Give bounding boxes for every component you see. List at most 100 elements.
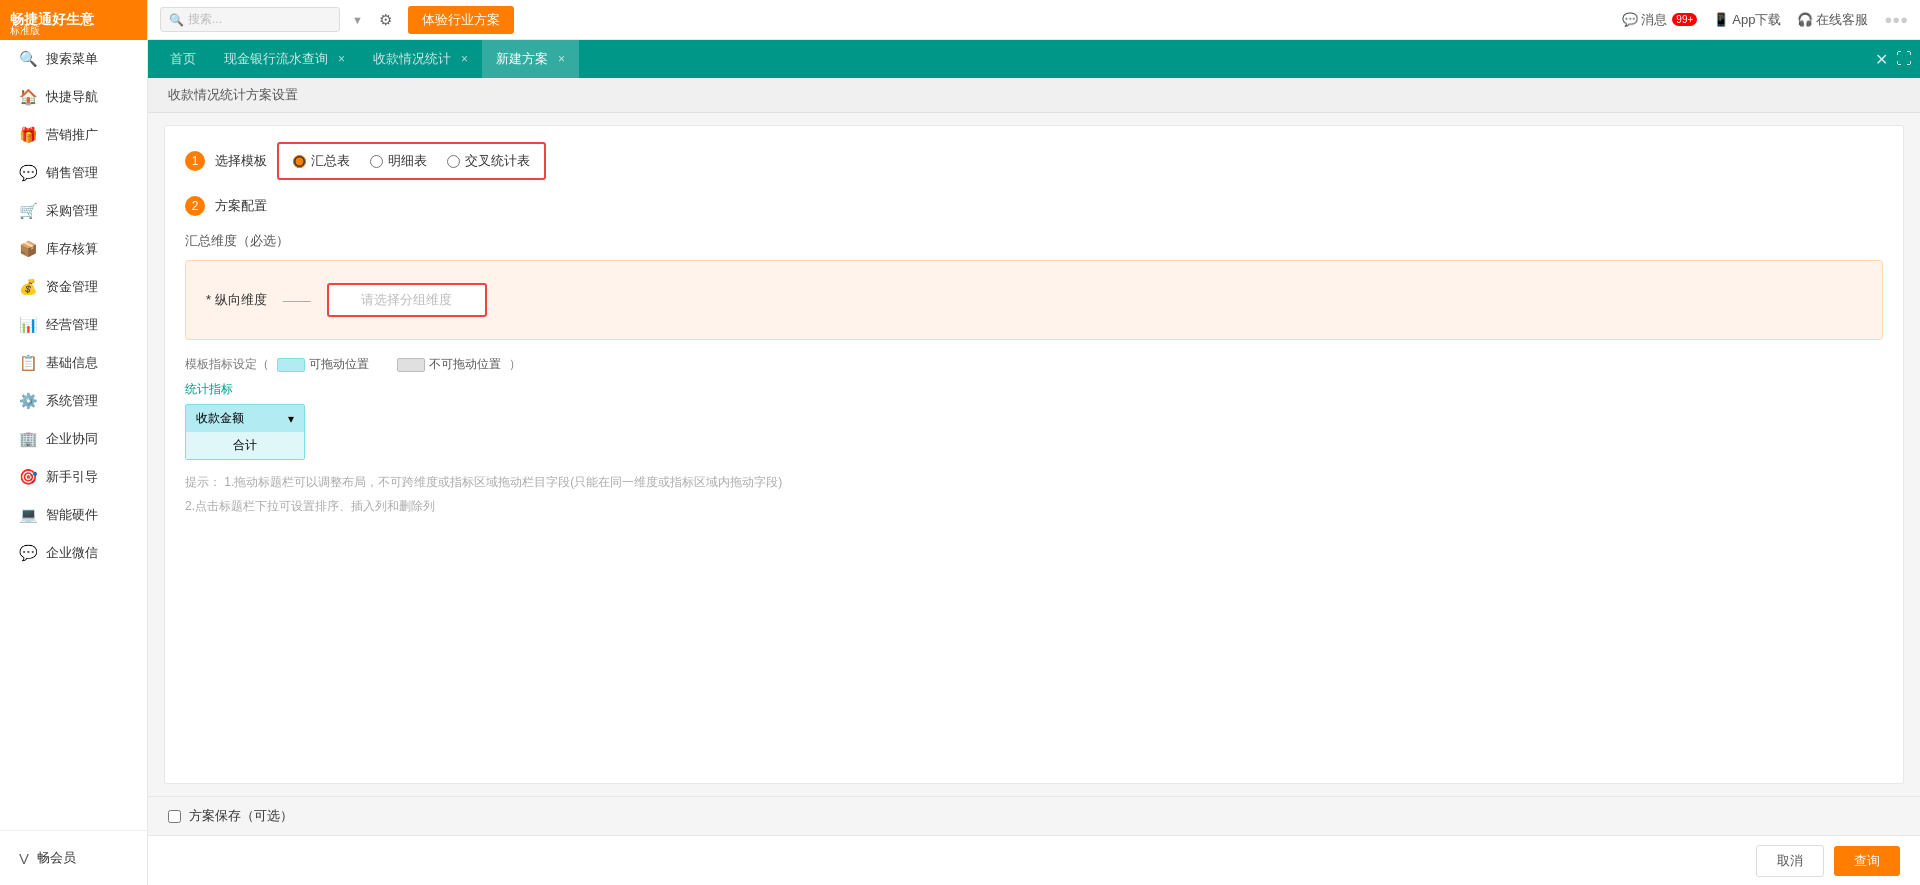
template-summary[interactable]: 汇总表 <box>293 152 350 170</box>
template-cross[interactable]: 交叉统计表 <box>447 152 530 170</box>
gift-icon: 🎁 <box>19 126 38 144</box>
legend-close: ） <box>509 356 521 373</box>
template-summary-label: 汇总表 <box>311 152 350 170</box>
template-detail-radio[interactable] <box>370 155 383 168</box>
sidebar-item-purchase[interactable]: 🛒 采购管理 <box>0 192 147 230</box>
sidebar-item-label: 新手引导 <box>46 468 98 486</box>
template-detail[interactable]: 明细表 <box>370 152 427 170</box>
tab-home[interactable]: 首页 <box>156 40 210 78</box>
draggable-legend-label: 可拖动位置 <box>309 356 369 373</box>
home-icon: 🏠 <box>19 88 38 106</box>
sidebar-item-basic-info[interactable]: 📋 基础信息 <box>0 344 147 382</box>
sidebar-item-guide[interactable]: 🎯 新手引导 <box>0 458 147 496</box>
topbar-right: 💬 消息 99+ 📱 App下载 🎧 在线客服 ●●● <box>1622 11 1908 29</box>
hardware-icon: 💻 <box>19 506 38 524</box>
sales-icon: 💬 <box>19 164 38 182</box>
template-detail-label: 明细表 <box>388 152 427 170</box>
sidebar-item-quick-nav[interactable]: 🏠 快捷导航 <box>0 78 147 116</box>
stat-total-label: 合计 <box>233 438 257 452</box>
tabs-actions: ✕ ⛶ <box>1875 50 1912 69</box>
user-icon: ●●● <box>1884 12 1908 27</box>
gear-icon: ⚙️ <box>19 392 38 410</box>
stat-chevron-icon: ▾ <box>288 412 294 426</box>
sidebar-item-sales[interactable]: 💬 销售管理 <box>0 154 147 192</box>
sidebar-item-enterprise[interactable]: 🏢 企业协同 <box>0 420 147 458</box>
tab-bank-flow[interactable]: 现金银行流水查询 × <box>210 40 359 78</box>
sidebar-item-hardware[interactable]: 💻 智能硬件 <box>0 496 147 534</box>
sidebar: 畅捷通好生意 标准版 🔍 搜索菜单 🏠 快捷导航 🎁 营销推广 💬 销售管理 🛒… <box>0 0 148 885</box>
search-placeholder: 搜索... <box>188 11 222 28</box>
sidebar-item-inventory[interactable]: 📦 库存核算 <box>0 230 147 268</box>
indicator-settings: 模板指标设定（ 可拖动位置 不可拖动位置 ） 统计指标 <box>185 356 1883 460</box>
stat-tag-label: 收款金额 <box>196 410 244 427</box>
money-icon: 💰 <box>19 278 38 296</box>
sidebar-item-marketing[interactable]: 🎁 营销推广 <box>0 116 147 154</box>
sidebar-item-label: 销售管理 <box>46 164 98 182</box>
template-cross-radio[interactable] <box>447 155 460 168</box>
user-avatar[interactable]: ●●● <box>1884 12 1908 27</box>
tab-new-plan[interactable]: 新建方案 × <box>482 40 579 78</box>
page-content: 收款情况统计方案设置 1 选择模板 汇总表 明细表 <box>148 78 1920 835</box>
dimension-section-title: 汇总维度（必选） <box>185 232 1883 250</box>
app-download-label: App下载 <box>1732 11 1781 29</box>
tab-receipt-stats[interactable]: 收款情况统计 × <box>359 40 482 78</box>
save-label: 方案保存（可选） <box>189 807 293 825</box>
sidebar-item-label: 库存核算 <box>46 240 98 258</box>
main-card: 1 选择模板 汇总表 明细表 交叉统计表 <box>164 125 1904 784</box>
cart-icon: 🛒 <box>19 202 38 220</box>
query-button[interactable]: 查询 <box>1834 846 1900 876</box>
stat-tag-body: 合计 <box>186 432 304 459</box>
enterprise-icon: 🏢 <box>19 430 38 448</box>
sidebar-item-label: 采购管理 <box>46 202 98 220</box>
dimension-title-text: 汇总维度（必选） <box>185 233 289 248</box>
doc-icon: 📋 <box>19 354 38 372</box>
online-service-btn[interactable]: 🎧 在线客服 <box>1797 11 1868 29</box>
tip-2: 2.点击标题栏下拉可设置排序、插入列和删除列 <box>185 494 1883 518</box>
sidebar-item-operation[interactable]: 📊 经营管理 <box>0 306 147 344</box>
sidebar-item-search-menu[interactable]: 🔍 搜索菜单 <box>0 40 147 78</box>
legend-separator <box>377 356 389 373</box>
template-summary-radio[interactable] <box>293 155 306 168</box>
sidebar-item-label: 企业协同 <box>46 430 98 448</box>
tip-1: 提示： 1.拖动标题栏可以调整布局，不可跨维度或指标区域拖动栏目字段(只能在同一… <box>185 470 1883 494</box>
online-service-label: 在线客服 <box>1816 11 1868 29</box>
sidebar-item-finance[interactable]: 💰 资金管理 <box>0 268 147 306</box>
sidebar-item-vip[interactable]: V 畅会员 <box>0 839 147 877</box>
message-btn[interactable]: 💬 消息 99+ <box>1622 11 1697 29</box>
save-checkbox[interactable] <box>168 810 181 823</box>
template-options: 汇总表 明细表 交叉统计表 <box>277 142 546 180</box>
stat-tag-header[interactable]: 收款金额 ▾ <box>186 405 304 432</box>
cancel-button[interactable]: 取消 <box>1756 845 1824 877</box>
box-icon: 📦 <box>19 240 38 258</box>
sidebar-logo: 畅捷通好生意 标准版 <box>0 0 147 40</box>
topbar-gear-icon[interactable]: ⚙ <box>379 11 392 29</box>
sidebar-item-system[interactable]: ⚙️ 系统管理 <box>0 382 147 420</box>
industry-btn[interactable]: 体验行业方案 <box>408 6 514 34</box>
sidebar-item-wechat[interactable]: 💬 企业微信 <box>0 534 147 572</box>
legend-fixed: 不可拖动位置 <box>397 356 501 373</box>
tab-new-plan-close[interactable]: × <box>558 52 565 66</box>
topbar-search[interactable]: 🔍 搜索... <box>160 7 340 32</box>
dimension-selector[interactable]: 请选择分组维度 <box>327 283 487 317</box>
footer-section: 方案保存（可选） <box>148 796 1920 835</box>
tab-home-label: 首页 <box>170 50 196 68</box>
fixed-legend-label: 不可拖动位置 <box>429 356 501 373</box>
dimension-arrow: —— <box>283 292 311 308</box>
message-icon: 💬 <box>1622 12 1638 27</box>
topbar: 🔍 搜索... ▼ ⚙ 体验行业方案 💬 消息 99+ 📱 App下载 🎧 在线… <box>148 0 1920 40</box>
tab-receipt-stats-close[interactable]: × <box>461 52 468 66</box>
sidebar-item-label: 快捷导航 <box>46 88 98 106</box>
vip-icon: V <box>19 850 29 867</box>
draggable-legend-box <box>277 358 305 372</box>
tabs-close-icon[interactable]: ✕ <box>1875 50 1888 69</box>
template-cross-label: 交叉统计表 <box>465 152 530 170</box>
main-area: 🔍 搜索... ▼ ⚙ 体验行业方案 💬 消息 99+ 📱 App下载 🎧 在线… <box>148 0 1920 885</box>
tabs-expand-icon[interactable]: ⛶ <box>1896 50 1912 69</box>
topbar-chevron-icon[interactable]: ▼ <box>352 14 363 26</box>
app-download-btn[interactable]: 📱 App下载 <box>1713 11 1781 29</box>
step1-circle: 1 <box>185 151 205 171</box>
message-label: 消息 <box>1641 11 1667 29</box>
tab-bank-flow-close[interactable]: × <box>338 52 345 66</box>
indicator-settings-label: 模板指标设定（ 可拖动位置 不可拖动位置 ） <box>185 356 1883 373</box>
breadcrumb-text: 收款情况统计方案设置 <box>168 87 298 102</box>
